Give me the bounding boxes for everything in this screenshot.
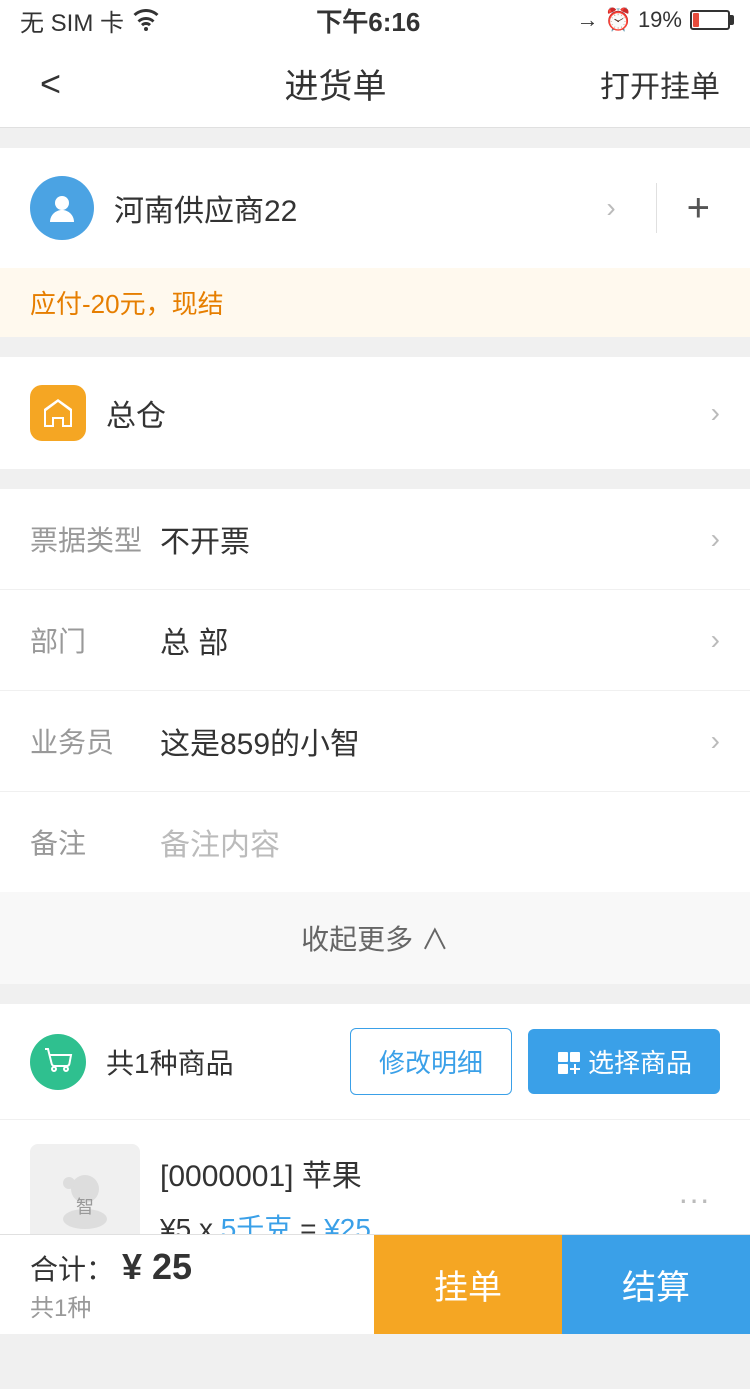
remark-label: 备注 [30,822,160,862]
remark-placeholder: 备注内容 [160,820,720,864]
main-content: 河南供应商22 › + 应付-20元，现结 总仓 › 票据类型 不开票 › 部门 [0,128,750,1389]
battery-icon [690,10,730,30]
product-name: [0000001] 苹果 [160,1151,648,1195]
status-bar: 无 SIM 卡 下午6:16 → ⏰ 19% [0,0,750,40]
invoice-chevron-icon: › [711,523,720,555]
open-hang-button[interactable]: 打开挂单 [600,62,720,106]
gap-3 [0,469,750,489]
edit-detail-button[interactable]: 修改明细 [350,1028,512,1095]
select-product-label: 选择商品 [588,1043,692,1080]
warehouse-row[interactable]: 总仓 › [0,357,750,469]
supplier-avatar [30,176,94,240]
total-amount: ¥ 25 [122,1246,192,1288]
warehouse-icon-bg [30,385,86,441]
status-carrier: 无 SIM 卡 [20,3,160,38]
products-icon-bg [30,1034,86,1090]
product-info: [0000001] 苹果 ¥5 x 5千克 = ¥25 [160,1151,648,1247]
warehouse-name: 总仓 [106,391,711,435]
sales-row[interactable]: 业务员 这是859的小智 › [0,691,750,792]
bottom-bar: 合计： ¥ 25 共1种 挂单 结算 [0,1234,750,1334]
back-button[interactable]: < [30,53,71,115]
sales-label: 业务员 [30,721,160,761]
wifi-icon [132,9,160,31]
page-title: 进货单 [285,59,387,108]
dept-chevron-icon: › [711,624,720,656]
product-placeholder-icon: 智 [55,1169,115,1229]
status-icons: → ⏰ 19% [577,7,730,33]
cart-icon [43,1047,73,1077]
alarm-icon: ⏰ [605,7,632,33]
select-product-button[interactable]: 选择商品 [528,1029,720,1094]
total-count: 共1种 [30,1288,344,1323]
location-icon: → [577,7,599,33]
product-code: [0000001] [160,1160,293,1193]
gap-1 [0,128,750,148]
total-section: 合计： ¥ 25 共1种 [0,1235,374,1334]
gap-2 [0,337,750,357]
divider [656,183,657,233]
product-title: 苹果 [302,1160,362,1193]
sales-chevron-icon: › [711,725,720,757]
invoice-value: 不开票 [160,517,711,561]
total-label: 合计： [30,1248,114,1288]
svg-text:智: 智 [76,1197,94,1217]
invoice-row[interactable]: 票据类型 不开票 › [0,489,750,590]
product-more-button[interactable]: ··· [668,1171,720,1228]
remark-row[interactable]: 备注 备注内容 [0,792,750,892]
add-supplier-button[interactable]: + [677,186,720,231]
dept-label: 部门 [30,620,160,660]
select-product-icon [556,1050,580,1074]
gap-4 [0,984,750,1004]
warehouse-icon [42,397,74,429]
nav-bar: < 进货单 打开挂单 [0,40,750,128]
checkout-button[interactable]: 结算 [562,1235,750,1334]
warehouse-chevron-icon: › [711,397,720,429]
supplier-name: 河南供应商22 [114,186,606,230]
status-time: 下午6:16 [316,2,420,39]
sales-value: 这是859的小智 [160,719,711,763]
battery-percent: 19% [638,7,682,33]
collapse-toggle[interactable]: 收起更多 ∧ [0,892,750,984]
supplier-section: 河南供应商22 › + 应付-20元，现结 [0,148,750,337]
person-icon [44,190,80,226]
dept-row[interactable]: 部门 总 部 › [0,590,750,691]
products-header: 共1种商品 修改明细 选择商品 [0,1004,750,1120]
supplier-notice: 应付-20元，现结 [0,268,750,337]
hang-button[interactable]: 挂单 [374,1235,562,1334]
supplier-row[interactable]: 河南供应商22 › + [0,148,750,268]
products-count: 共1种商品 [106,1042,350,1082]
warehouse-section: 总仓 › [0,357,750,469]
carrier-text: 无 SIM 卡 [20,3,124,38]
form-section: 票据类型 不开票 › 部门 总 部 › 业务员 这是859的小智 › 备注 备注… [0,489,750,892]
invoice-label: 票据类型 [30,519,160,559]
supplier-chevron-icon: › [606,192,615,224]
dept-value: 总 部 [160,618,711,662]
